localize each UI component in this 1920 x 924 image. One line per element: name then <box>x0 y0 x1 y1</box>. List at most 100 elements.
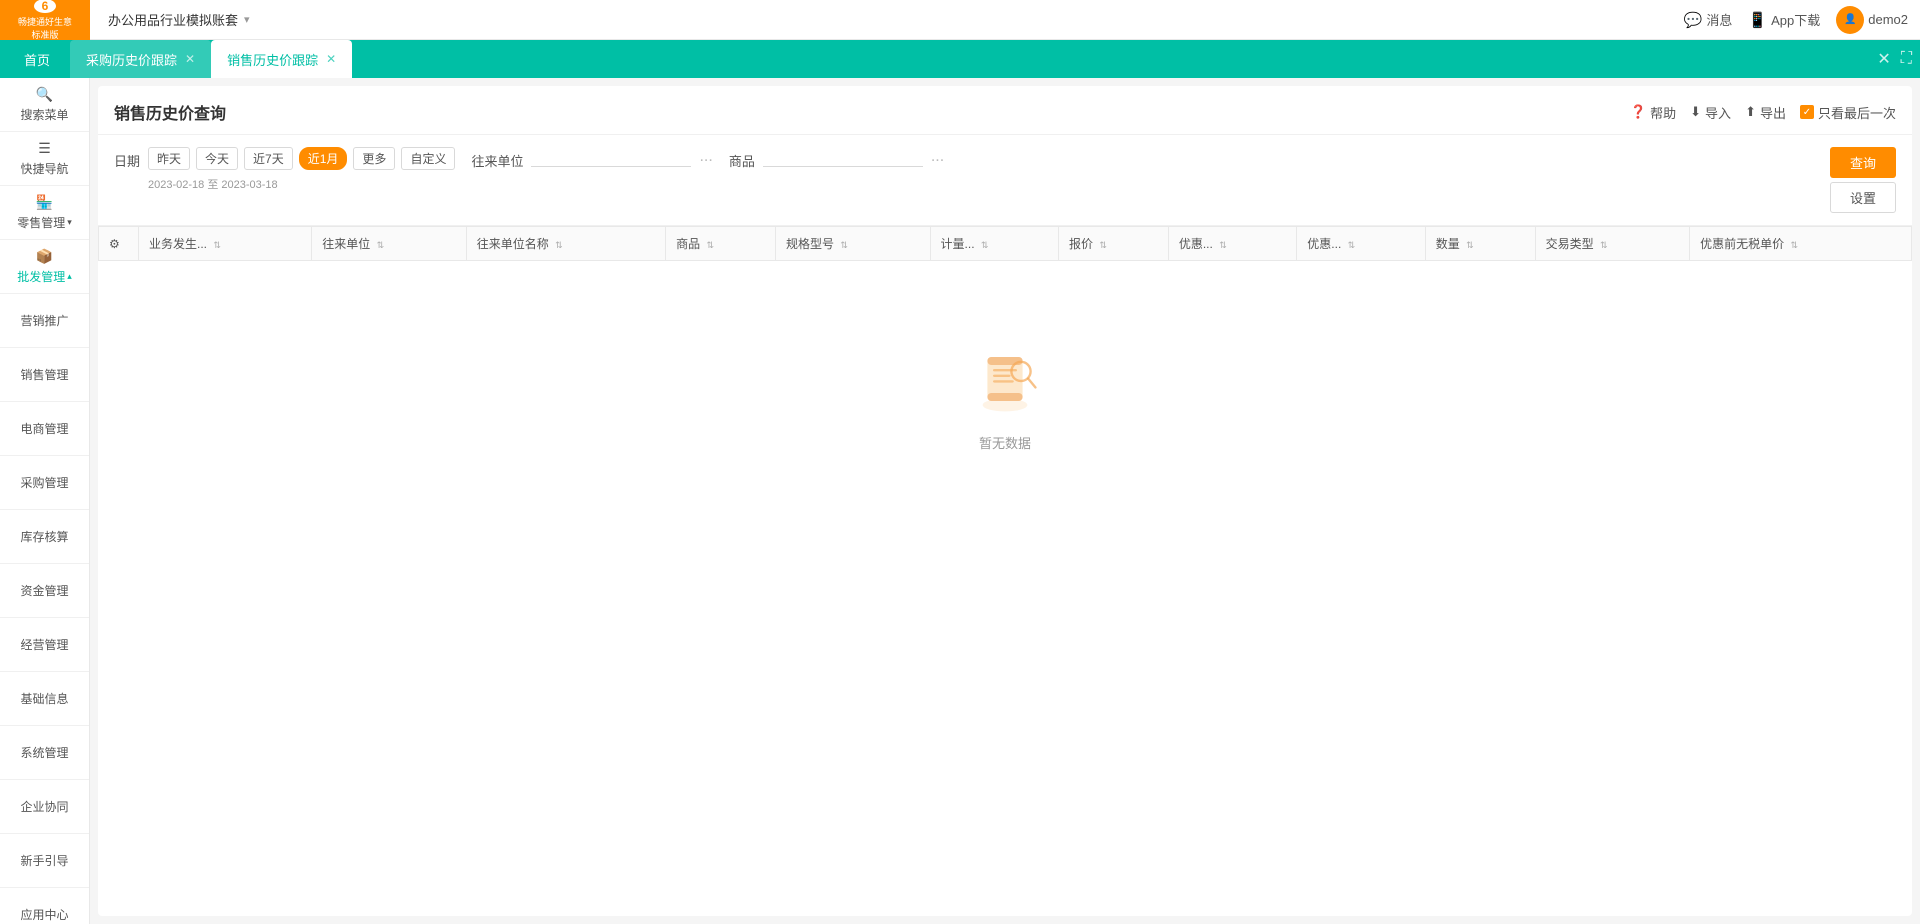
chevron-up-icon: ▴ <box>67 271 72 282</box>
logo-area: 6 畅捷通好生意 标准版 <box>0 0 90 40</box>
th-pre-tax-price[interactable]: 优惠前无税单价 ⇅ <box>1690 227 1912 261</box>
search-icon: 🔍 <box>36 86 53 103</box>
sidebar-item-retail-mgmt[interactable]: 🏪 零售管理 ▾ <box>0 186 89 240</box>
import-icon: ⬇ <box>1690 104 1701 120</box>
th-discount1[interactable]: 优惠... ⇅ <box>1168 227 1296 261</box>
sort-arrows-counterpart-code: ⇅ <box>377 240 385 250</box>
tab-home[interactable]: 首页 <box>8 40 66 78</box>
counterpart-input-group: ... <box>531 147 712 167</box>
date-btn-last7[interactable]: 近7天 <box>244 147 293 170</box>
main-layout: 🔍 搜索菜单 ☰ 快捷导航 🏪 零售管理 ▾ 📦 批发管理 ▴ 营销推广 销售管… <box>0 78 1920 924</box>
th-counterpart-code[interactable]: 往来单位 ⇅ <box>312 227 467 261</box>
only-last-checkbox[interactable]: ✓ <box>1800 105 1814 119</box>
th-biz-date[interactable]: 业务发生... ⇅ <box>139 227 312 261</box>
sales-history-close[interactable]: ✕ <box>326 52 336 66</box>
only-last-wrap[interactable]: ✓ 只看最后一次 <box>1800 103 1896 122</box>
date-btn-1month[interactable]: 近1月 <box>299 147 348 170</box>
export-btn[interactable]: ⬆ 导出 <box>1745 103 1786 122</box>
date-range-text: 2023-02-18 至 2023-03-18 <box>148 176 455 192</box>
sort-arrows-discount1: ⇅ <box>1219 240 1227 250</box>
counterpart-input[interactable] <box>531 147 691 167</box>
th-trade-type[interactable]: 交易类型 ⇅ <box>1535 227 1690 261</box>
sidebar-item-new-guide[interactable]: 新手引导 <box>0 834 89 888</box>
sidebar-item-enterprise-collab[interactable]: 企业协同 <box>0 780 89 834</box>
close-all-btn[interactable]: ✕ <box>1877 49 1890 69</box>
page-title: 销售历史价查询 <box>114 100 226 124</box>
header-actions: ❓ 帮助 ⬇ 导入 ⬆ 导出 ✓ 只看最后一次 <box>1630 103 1896 122</box>
top-bar-left: 6 畅捷通好生意 标准版 办公用品行业模拟账套 ▾ <box>0 0 260 40</box>
sidebar-item-basic-info[interactable]: 基础信息 <box>0 672 89 726</box>
sidebar-item-system-mgmt[interactable]: 系统管理 <box>0 726 89 780</box>
content-area: 销售历史价查询 ❓ 帮助 ⬇ 导入 ⬆ 导出 ✓ <box>90 78 1920 924</box>
tab-sales-history[interactable]: 销售历史价跟踪 ✕ <box>211 40 352 78</box>
sidebar-item-operations-mgmt[interactable]: 经营管理 <box>0 618 89 672</box>
wholesale-icon: 📦 <box>36 248 53 265</box>
th-unit[interactable]: 计量... ⇅ <box>930 227 1058 261</box>
th-counterpart-name[interactable]: 往来单位名称 ⇅ <box>466 227 665 261</box>
empty-icon <box>965 341 1045 421</box>
retail-icon: 🏪 <box>36 194 53 211</box>
sidebar-item-app-center[interactable]: 应用中心 <box>0 888 89 924</box>
gear-icon: ⚙ <box>109 237 120 251</box>
export-icon: ⬆ <box>1745 104 1756 120</box>
home-tab-label: 首页 <box>24 50 50 69</box>
company-selector[interactable]: 办公用品行业模拟账套 ▾ <box>98 6 260 33</box>
th-discount2[interactable]: 优惠... ⇅ <box>1297 227 1425 261</box>
user-menu[interactable]: 👤 demo2 <box>1836 6 1908 34</box>
app-download-btn[interactable]: 📱 App下载 <box>1748 10 1820 29</box>
th-qty[interactable]: 数量 ⇅ <box>1425 227 1535 261</box>
message-icon: 💬 <box>1684 11 1703 29</box>
counterpart-label: 往来单位 <box>471 147 523 170</box>
th-price[interactable]: 报价 ⇅ <box>1059 227 1169 261</box>
sidebar-item-marketing[interactable]: 营销推广 <box>0 294 89 348</box>
sidebar-item-inventory[interactable]: 库存核算 <box>0 510 89 564</box>
top-bar-right: 💬 消息 📱 App下载 👤 demo2 <box>1684 6 1908 34</box>
date-filter-group: 日期 昨天 今天 近7天 近1月 更多 自定义 2023-02-18 至 202… <box>114 147 455 192</box>
logo-icon: 6 <box>34 0 56 13</box>
date-label: 日期 <box>114 147 140 170</box>
sidebar-item-quick-nav[interactable]: ☰ 快捷导航 <box>0 132 89 186</box>
sidebar-item-finance-mgmt[interactable]: 资金管理 <box>0 564 89 618</box>
sidebar-item-search-menu[interactable]: 🔍 搜索菜单 <box>0 78 89 132</box>
help-btn[interactable]: ❓ 帮助 <box>1630 103 1676 122</box>
tab-bar: 首页 采购历史价跟踪 ✕ 销售历史价跟踪 ✕ ✕ ⛶ <box>0 40 1920 78</box>
product-input[interactable] <box>763 147 923 167</box>
date-btn-custom[interactable]: 自定义 <box>401 147 455 170</box>
sort-arrows-discount2: ⇅ <box>1348 240 1356 250</box>
maximize-btn[interactable]: ⛶ <box>1901 50 1912 68</box>
table-wrap: ⚙ 业务发生... ⇅ 往来单位 ⇅ 往来单位名称 <box>98 226 1912 261</box>
only-last-label: 只看最后一次 <box>1818 103 1896 122</box>
counterpart-filter-group: 往来单位 ... <box>471 147 712 170</box>
product-filter-group: 商品 ... <box>729 147 944 170</box>
top-bar: 6 畅捷通好生意 标准版 办公用品行业模拟账套 ▾ 💬 消息 📱 App下载 👤… <box>0 0 1920 40</box>
th-gear[interactable]: ⚙ <box>99 227 139 261</box>
th-product[interactable]: 商品 ⇅ <box>666 227 776 261</box>
empty-text: 暂无数据 <box>979 433 1031 452</box>
sidebar-item-sales-mgmt[interactable]: 销售管理 <box>0 348 89 402</box>
tab-actions: ✕ ⛶ <box>1877 49 1912 69</box>
sort-arrows-qty: ⇅ <box>1466 240 1474 250</box>
date-btn-yesterday[interactable]: 昨天 <box>148 147 190 170</box>
product-dots[interactable]: ... <box>931 148 944 166</box>
sidebar-item-purchase-mgmt[interactable]: 采购管理 <box>0 456 89 510</box>
username: demo2 <box>1868 12 1908 27</box>
sidebar-item-wholesale-mgmt[interactable]: 📦 批发管理 ▴ <box>0 240 89 294</box>
query-button[interactable]: 查询 <box>1830 147 1896 178</box>
purchase-history-close[interactable]: ✕ <box>185 52 195 66</box>
th-spec[interactable]: 规格型号 ⇅ <box>775 227 930 261</box>
help-icon: ❓ <box>1630 104 1646 120</box>
counterpart-dots[interactable]: ... <box>699 148 712 166</box>
phone-icon: 📱 <box>1748 11 1767 29</box>
message-btn[interactable]: 💬 消息 <box>1684 10 1733 29</box>
sidebar: 🔍 搜索菜单 ☰ 快捷导航 🏪 零售管理 ▾ 📦 批发管理 ▴ 营销推广 销售管… <box>0 78 90 924</box>
sidebar-item-ecommerce-mgmt[interactable]: 电商管理 <box>0 402 89 456</box>
settings-button[interactable]: 设置 <box>1830 182 1896 213</box>
date-btn-today[interactable]: 今天 <box>196 147 238 170</box>
sales-history-label: 销售历史价跟踪 <box>227 50 318 69</box>
date-btn-more[interactable]: 更多 <box>353 147 395 170</box>
sort-arrows-trade-type: ⇅ <box>1600 240 1608 250</box>
page-container: 销售历史价查询 ❓ 帮助 ⬇ 导入 ⬆ 导出 ✓ <box>98 86 1912 916</box>
chevron-down-icon: ▾ <box>67 217 72 228</box>
tab-purchase-history[interactable]: 采购历史价跟踪 ✕ <box>70 40 211 78</box>
import-btn[interactable]: ⬇ 导入 <box>1690 103 1731 122</box>
